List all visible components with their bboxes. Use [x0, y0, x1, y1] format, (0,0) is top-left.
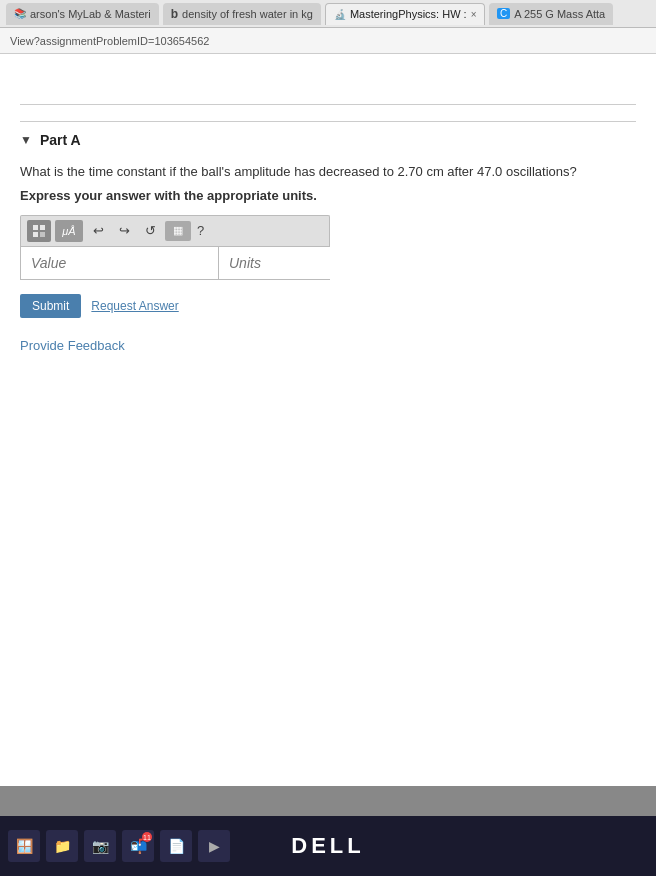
request-answer-button[interactable]: Request Answer	[91, 299, 178, 313]
undo-button[interactable]: ↩	[87, 220, 109, 242]
taskbar-doc-button[interactable]: 📄	[160, 830, 192, 862]
tab-mastering-icon: 🔬	[334, 9, 346, 20]
taskbar: 🪟 📁 📷 📬 11 📄 ▶ DELL	[0, 816, 656, 876]
tab-density-label: density of fresh water in kg	[182, 8, 313, 20]
browser-tabs: 📚 arson's MyLab & Masteri b density of f…	[0, 0, 656, 28]
address-text: View?assignmentProblemID=103654562	[10, 35, 209, 47]
reset-icon: ↺	[145, 223, 156, 238]
matrix-icon: ▦	[173, 224, 183, 237]
tab-mastering-close[interactable]: ×	[471, 9, 477, 20]
undo-icon: ↩	[93, 223, 104, 238]
taskbar-mail-button[interactable]: 📬 11	[122, 830, 154, 862]
tab-density[interactable]: b density of fresh water in kg	[163, 3, 321, 25]
submit-button[interactable]: Submit	[20, 294, 81, 318]
reset-button[interactable]: ↺	[139, 220, 161, 242]
tab-255-icon: C	[497, 8, 510, 19]
request-label: Request Answer	[91, 299, 178, 313]
tab-mylab[interactable]: 📚 arson's MyLab & Masteri	[6, 3, 159, 25]
redo-button[interactable]: ↪	[113, 220, 135, 242]
matrix-button[interactable]: ▦	[165, 221, 191, 241]
taskbar-play-button[interactable]: ▶	[198, 830, 230, 862]
main-content: ▼ Part A What is the time constant if th…	[0, 54, 656, 786]
grid-icon-button[interactable]	[27, 220, 51, 242]
tab-255-label: A 255 G Mass Atta	[514, 8, 605, 20]
taskbar-folder-button[interactable]: 📁	[46, 830, 78, 862]
svg-rect-1	[40, 225, 45, 230]
redo-icon: ↪	[119, 223, 130, 238]
dell-logo: DELL	[291, 833, 364, 859]
address-bar: View?assignmentProblemID=103654562	[0, 28, 656, 54]
question-text: What is the time constant if the ball's …	[20, 162, 636, 182]
svg-rect-2	[33, 232, 38, 237]
submit-label: Submit	[32, 299, 69, 313]
instruction-text: Express your answer with the appropriate…	[20, 188, 636, 203]
keyboard-area	[0, 786, 656, 816]
part-label: Part A	[40, 132, 81, 148]
collapse-arrow-icon[interactable]: ▼	[20, 133, 32, 147]
units-input[interactable]	[219, 247, 416, 279]
taskbar-camera-button[interactable]: 📷	[84, 830, 116, 862]
tab-255[interactable]: C A 255 G Mass Atta	[489, 3, 613, 25]
feedback-label: Provide Feedback	[20, 338, 125, 353]
tab-mylab-icon: 📚	[14, 8, 26, 19]
button-row: Submit Request Answer	[20, 294, 636, 318]
tab-mastering[interactable]: 🔬 MasteringPhysics: HW : ×	[325, 3, 485, 25]
svg-rect-0	[33, 225, 38, 230]
answer-toolbar: μÅ ↩ ↪ ↺ ▦ ?	[20, 215, 330, 246]
help-button[interactable]: ?	[195, 223, 206, 238]
provide-feedback-link[interactable]: Provide Feedback	[20, 338, 125, 353]
value-input[interactable]	[21, 247, 219, 279]
taskbar-start-button[interactable]: 🪟	[8, 830, 40, 862]
tab-density-icon: b	[171, 7, 178, 21]
symbol-button[interactable]: μÅ	[55, 220, 83, 242]
answer-input-row	[20, 246, 330, 280]
part-a-header: ▼ Part A	[20, 121, 636, 148]
tab-mastering-label: MasteringPhysics: HW :	[350, 8, 467, 20]
section-divider	[20, 104, 636, 105]
symbol-label: μÅ	[62, 225, 75, 237]
svg-rect-3	[40, 232, 45, 237]
tab-mylab-label: arson's MyLab & Masteri	[30, 8, 151, 20]
